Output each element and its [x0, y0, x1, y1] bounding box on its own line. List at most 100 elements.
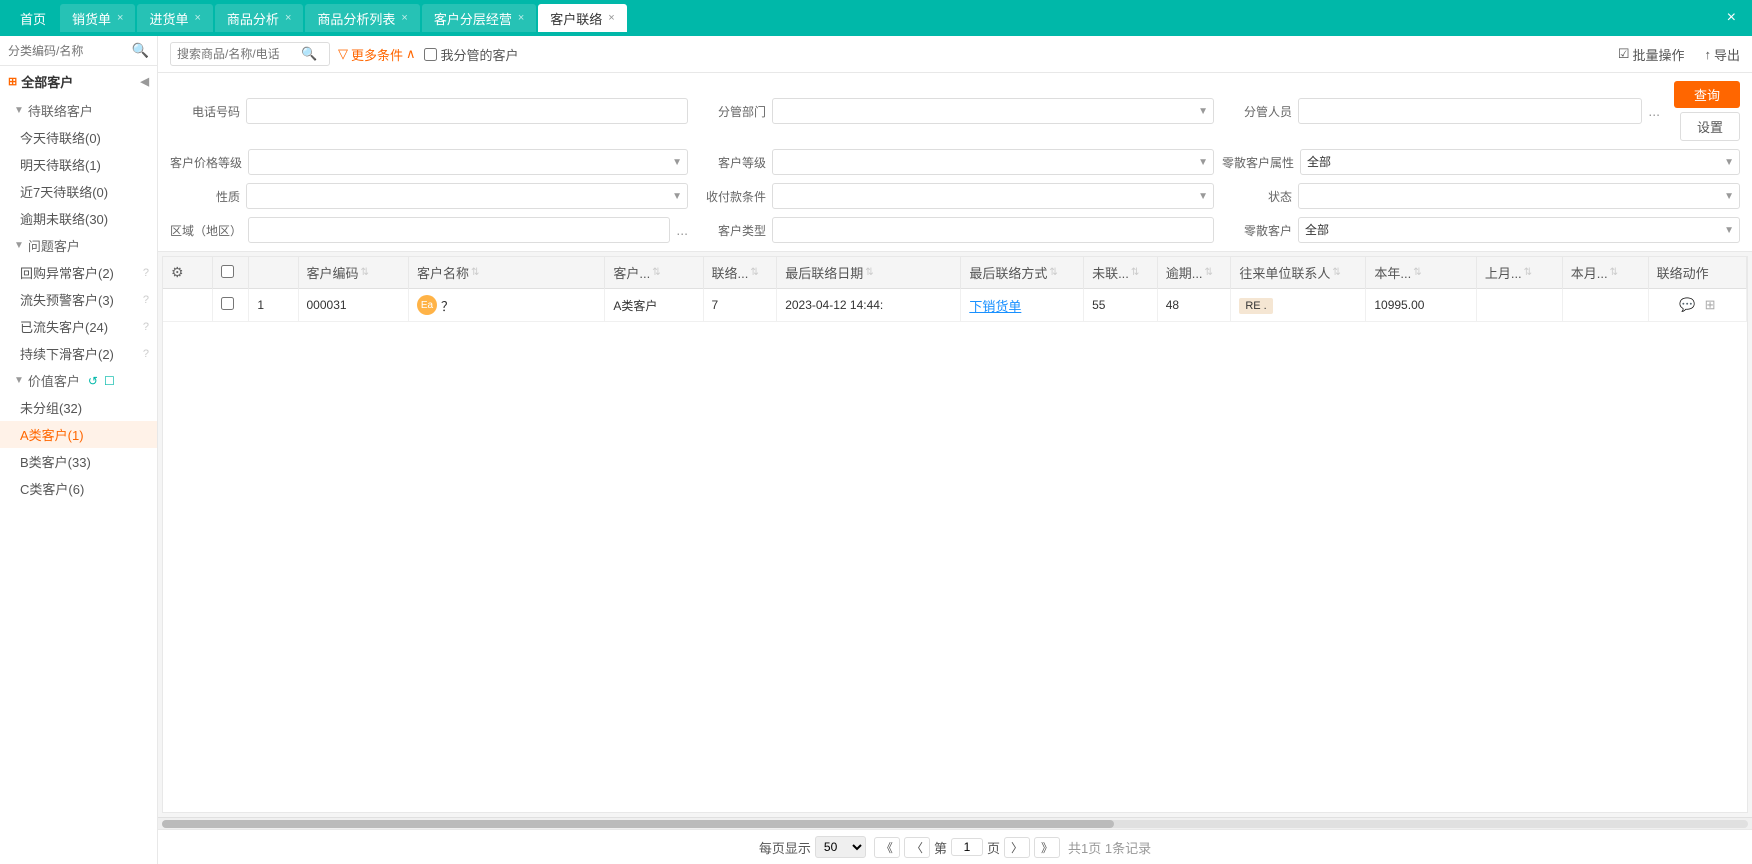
sidebar-item-lost[interactable]: 已流失客户(24) ? [0, 313, 157, 340]
tab-customer-contact-close[interactable]: × [608, 12, 614, 24]
select-status-wrapper[interactable]: ▼ [1298, 183, 1740, 209]
contact-way-link[interactable]: 下销货单 [969, 299, 1021, 314]
col-type[interactable]: 客户...⇅ [605, 257, 703, 289]
select-customer-grade-wrapper[interactable]: ▼ [772, 149, 1214, 175]
next-page-btn[interactable]: 〉 [1004, 837, 1030, 858]
select-payment-wrapper[interactable]: ▼ [772, 183, 1214, 209]
tab-home[interactable]: 首页 [8, 4, 58, 32]
select-customer-grade[interactable] [772, 149, 1214, 175]
select-nature[interactable] [246, 183, 688, 209]
col-checkbox[interactable] [212, 257, 249, 289]
tab-purchase-close[interactable]: × [194, 12, 200, 24]
filter-search-box[interactable]: 🔍 [170, 42, 330, 66]
query-button[interactable]: 查询 [1674, 81, 1740, 108]
select-dept[interactable] [772, 98, 1214, 124]
tab-customer-tier-close[interactable]: × [518, 12, 524, 24]
sidebar-item-overdue[interactable]: 逾期未联络(30) [0, 205, 157, 232]
sidebar-item-a-class[interactable]: A类客户(1) [0, 421, 157, 448]
select-scatter-attr[interactable]: 全部 [1300, 149, 1740, 175]
input-manager[interactable] [1298, 98, 1642, 124]
sidebar-search-input[interactable] [8, 44, 128, 58]
select-price-grade-wrapper[interactable]: ▼ [248, 149, 688, 175]
select-payment[interactable] [772, 183, 1214, 209]
page-input[interactable] [951, 838, 983, 856]
group-waiting[interactable]: ▼ 待联络客户 [0, 97, 157, 124]
sidebar-item-c-class[interactable]: C类客户(6) [0, 475, 157, 502]
tab-sales-close[interactable]: × [117, 12, 123, 24]
sidebar-item-b-class[interactable]: B类客户(33) [0, 448, 157, 475]
sidebar-item-7days[interactable]: 近7天待联络(0) [0, 178, 157, 205]
select-price-grade[interactable] [248, 149, 688, 175]
prev-page-btn[interactable]: 〈 [904, 837, 930, 858]
all-customers-header[interactable]: ⊞ 全部客户 ◀ [0, 66, 157, 97]
col-this-year[interactable]: 本年...⇅ [1366, 257, 1476, 289]
my-customers-checkbox[interactable] [424, 48, 437, 61]
col-overdue[interactable]: 逾期...⇅ [1157, 257, 1231, 289]
close-all-btn[interactable]: × [1719, 9, 1744, 27]
select-all-checkbox[interactable] [221, 265, 234, 278]
scrollbar-track[interactable] [162, 820, 1748, 828]
filter-more-btn[interactable]: ▽ 更多条件 ∧ [338, 45, 416, 64]
col-last-contact-date[interactable]: 最后联络日期⇅ [777, 257, 961, 289]
select-dept-wrapper[interactable]: ▼ [772, 98, 1214, 124]
group-problem[interactable]: ▼ 问题客户 [0, 232, 157, 259]
input-region[interactable] [248, 217, 670, 243]
tab-goods-list-close[interactable]: × [401, 12, 407, 24]
row-checkbox[interactable] [221, 297, 234, 310]
collapse-icon[interactable]: ◀ [141, 75, 149, 88]
tab-sales[interactable]: 销货单 × [60, 4, 135, 32]
select-nature-wrapper[interactable]: ▼ [246, 183, 688, 209]
col-not-contact[interactable]: 未联...⇅ [1084, 257, 1158, 289]
tab-goods-analysis-close[interactable]: × [285, 12, 291, 24]
tab-customer-contact[interactable]: 客户联络 × [538, 4, 626, 32]
refresh-icon[interactable]: ↺ [88, 374, 98, 388]
select-status[interactable] [1298, 183, 1740, 209]
filter-search-input[interactable] [177, 47, 297, 61]
my-customers-check[interactable]: 我分管的客户 [424, 45, 519, 64]
settings-button[interactable]: 设置 [1680, 112, 1740, 141]
scrollbar-thumb[interactable] [162, 820, 1114, 828]
col-settings[interactable]: ⚙ [163, 257, 212, 289]
select-scatter-attr-wrapper[interactable]: 全部 ▼ [1300, 149, 1740, 175]
dots-region[interactable]: ... [676, 222, 688, 238]
message-icon[interactable]: 💬 [1679, 297, 1695, 312]
tab-customer-tier[interactable]: 客户分层经营 × [422, 4, 536, 32]
per-page-select[interactable]: 50 20 100 [815, 836, 866, 858]
col-code[interactable]: 客户编码⇅ [298, 257, 408, 289]
grid-action-icon[interactable]: ⊞ [1705, 297, 1716, 312]
col-unit-contact[interactable]: 往来单位联系人⇅ [1231, 257, 1366, 289]
first-page-btn[interactable]: 《 [874, 837, 900, 858]
last-page-btn[interactable]: 》 [1034, 837, 1060, 858]
tab-purchase[interactable]: 进货单 × [137, 4, 212, 32]
group-value[interactable]: ▼ 价值客户 ↺ ☐ [0, 367, 157, 394]
sidebar-search-icon[interactable]: 🔍 [132, 42, 149, 59]
col-name[interactable]: 客户名称⇅ [408, 257, 604, 289]
sidebar-item-repurchase[interactable]: 回购异常客户(2) ? [0, 259, 157, 286]
sidebar-search[interactable]: 🔍 [0, 36, 157, 66]
select-scatter-cust-wrapper[interactable]: 全部 ▼ [1298, 217, 1740, 243]
export-btn[interactable]: ↑ 导出 [1704, 45, 1740, 64]
input-phone[interactable] [246, 98, 688, 124]
col-this-month[interactable]: 本月...⇅ [1562, 257, 1648, 289]
cell-checkbox[interactable] [212, 289, 249, 322]
sidebar-item-warning[interactable]: 流失预警客户(3) ? [0, 286, 157, 313]
sidebar-item-declining[interactable]: 持续下滑客户(2) ? [0, 340, 157, 367]
cell-last-contact-way[interactable]: 下销货单 [961, 289, 1084, 322]
sidebar-item-tomorrow[interactable]: 明天待联络(1) [0, 151, 157, 178]
col-contact[interactable]: 联络...⇅ [703, 257, 777, 289]
table-settings-icon[interactable]: ⚙ [171, 264, 184, 280]
filter-search-icon[interactable]: 🔍 [301, 46, 317, 62]
sidebar-item-today[interactable]: 今天待联络(0) [0, 124, 157, 151]
dots-manager[interactable]: ... [1648, 103, 1660, 119]
input-ctype[interactable] [772, 217, 1214, 243]
batch-op-btn[interactable]: ☑ 批量操作 [1618, 45, 1685, 64]
tab-goods-list[interactable]: 商品分析列表 × [305, 4, 419, 32]
horizontal-scrollbar[interactable] [158, 817, 1752, 829]
main-layout: 🔍 ⊞ 全部客户 ◀ ▼ 待联络客户 今天待联络(0) 明天待联络(1) 近7天… [0, 36, 1752, 864]
col-last-contact-way[interactable]: 最后联络方式⇅ [961, 257, 1084, 289]
select-scatter-cust[interactable]: 全部 [1298, 217, 1740, 243]
edit-icon[interactable]: ☐ [104, 374, 115, 388]
sidebar-item-ungroup[interactable]: 未分组(32) [0, 394, 157, 421]
tab-goods-analysis[interactable]: 商品分析 × [215, 4, 303, 32]
col-last-month[interactable]: 上月...⇅ [1476, 257, 1562, 289]
